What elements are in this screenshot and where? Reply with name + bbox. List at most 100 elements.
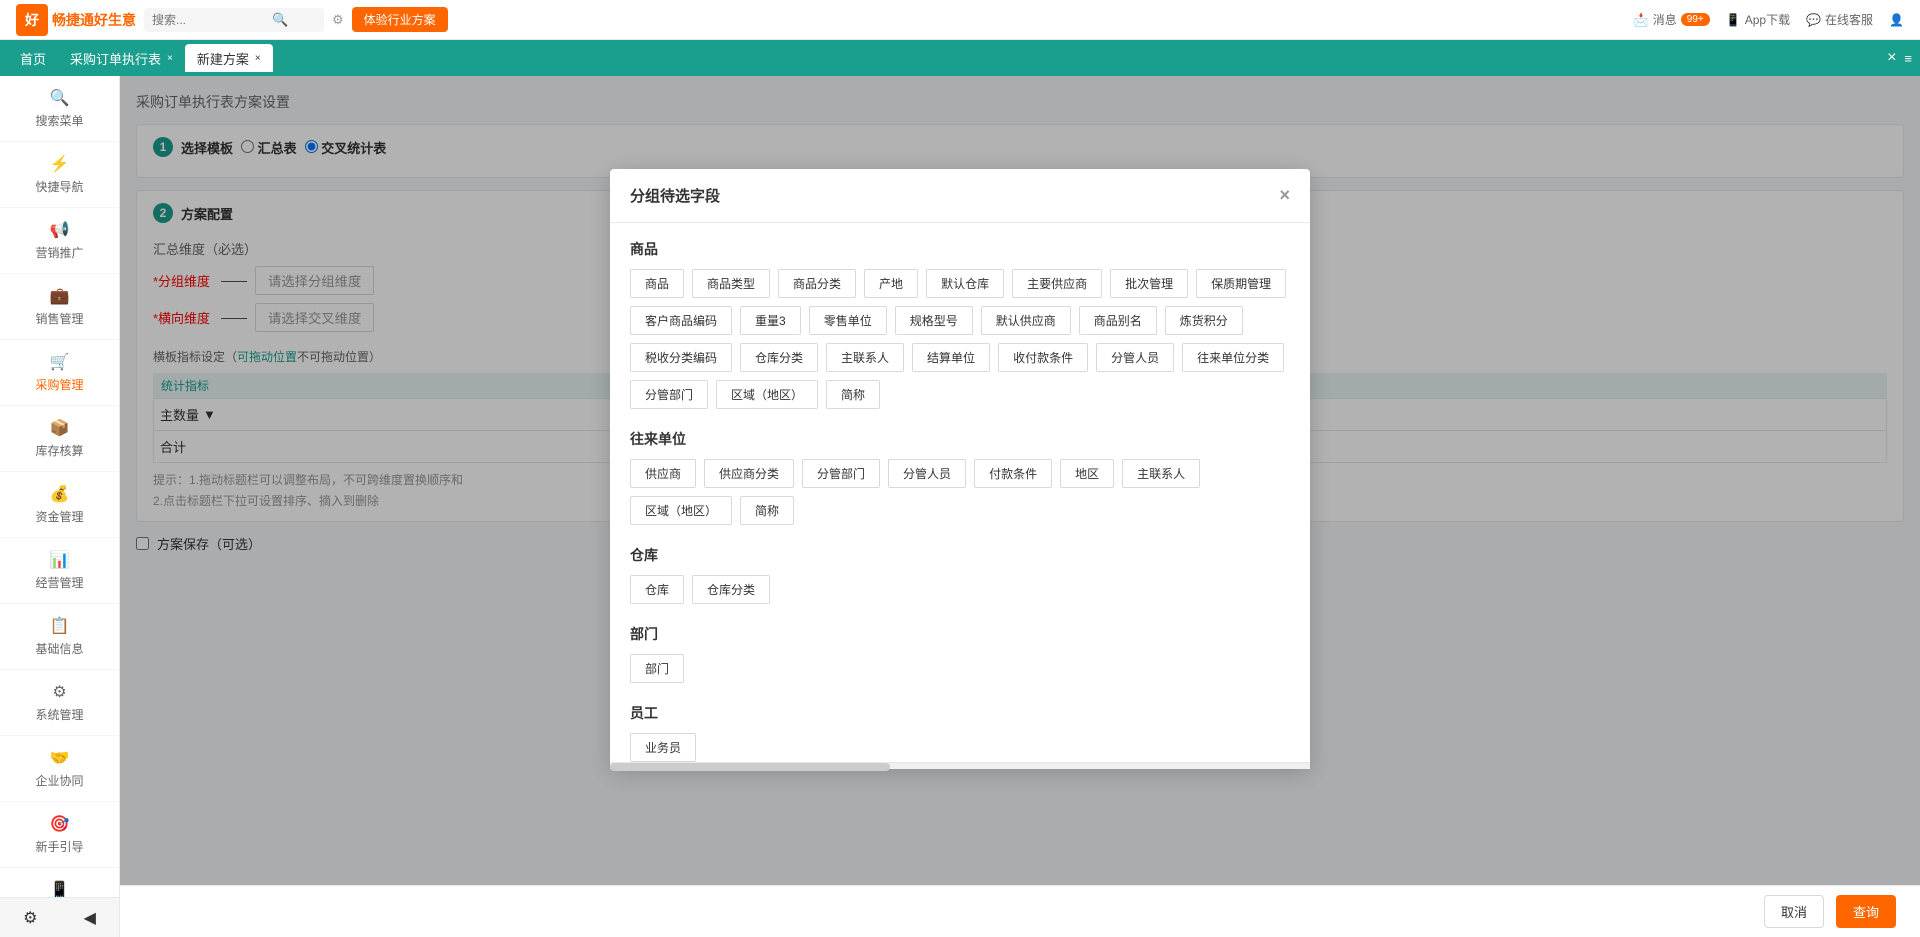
field-tag-payment-terms[interactable]: 收付款条件 [998,343,1088,372]
field-tag-warehouse-category[interactable]: 仓库分类 [740,343,818,372]
operations-icon: 📊 [50,550,70,570]
cancel-button[interactable]: 取消 [1764,895,1824,928]
field-tag-main-contact[interactable]: 主联系人 [826,343,904,372]
field-tag-warehouse[interactable]: 仓库 [630,575,684,604]
field-tag-product-category[interactable]: 商品分类 [778,269,856,298]
tab-menu[interactable]: ≡ [1904,51,1912,66]
top-header: 好 畅捷通好生意 🔍 ⚙ 体验行业方案 📩 消息 99+ 📱 App下载 💬 在… [0,0,1920,40]
sidebar-item-basics-label: 基础信息 [35,640,83,657]
field-tag-supplier[interactable]: 供应商 [630,459,696,488]
sidebar-item-sales[interactable]: 💼 销售管理 [0,274,119,340]
modal-close-button[interactable]: × [1279,185,1290,206]
field-tag-weight[interactable]: 重量3 [740,306,801,335]
field-tag-default-supplier[interactable]: 默认供应商 [981,306,1071,335]
field-tag-abbr-cp[interactable]: 简称 [740,496,794,525]
sidebar-item-finance-label: 资金管理 [35,508,83,525]
message-btn[interactable]: 📩 消息 99+ [1634,11,1710,28]
field-tag-dept[interactable]: 分管部门 [630,380,708,409]
field-tag-counterparty-category[interactable]: 往来单位分类 [1182,343,1284,372]
sidebar-collapse-btn[interactable]: ◀ [84,908,96,928]
avatar-icon: 👤 [1889,13,1904,27]
marketing-icon: 📢 [50,220,70,240]
field-tag-payment-condition[interactable]: 付款条件 [974,459,1052,488]
tab-close-all[interactable]: × [1887,49,1896,67]
field-tag-settlement-unit[interactable]: 结算单位 [912,343,990,372]
field-tag-manage-person[interactable]: 分管人员 [888,459,966,488]
settings-icon[interactable]: ⚙ [332,12,344,28]
field-tag-customer-code[interactable]: 客户商品编码 [630,306,732,335]
tab-home-label: 首页 [20,49,46,68]
tab-purchase-label: 采购订单执行表 [70,49,161,68]
field-tag-origin[interactable]: 产地 [864,269,918,298]
search-bar[interactable]: 🔍 [144,8,324,32]
sidebar-item-basics[interactable]: 📋 基础信息 [0,604,119,670]
online-service-btn[interactable]: 💬 在线客服 [1806,11,1873,28]
field-tag-region-product[interactable]: 区域（地区） [716,380,818,409]
sidebar-item-purchase[interactable]: 🛒 采购管理 [0,340,119,406]
sidebar-item-search[interactable]: 🔍 搜索菜单 [0,76,119,142]
sidebar-item-collab[interactable]: 🤝 企业协同 [0,736,119,802]
horizontal-scrollbar-thumb[interactable] [610,763,890,771]
sidebar-item-guide-label: 新手引导 [35,838,83,855]
field-tag-product[interactable]: 商品 [630,269,684,298]
logo-icon: 好 [16,4,48,36]
modal-header: 分组待选字段 × [610,169,1310,223]
field-tag-supplier-category[interactable]: 供应商分类 [704,459,794,488]
field-tag-product-alias[interactable]: 商品别名 [1079,306,1157,335]
search-menu-icon: 🔍 [50,88,70,108]
sidebar-settings-btn[interactable]: ⚙ [23,908,37,928]
user-avatar[interactable]: 👤 [1889,13,1904,27]
field-tag-area[interactable]: 地区 [1060,459,1114,488]
app-download-btn[interactable]: 📱 App下载 [1726,11,1790,28]
field-tag-abbr-product[interactable]: 简称 [826,380,880,409]
quicknav-icon: ⚡ [50,154,70,174]
field-tag-product-type[interactable]: 商品类型 [692,269,770,298]
message-icon: 📩 [1634,13,1649,27]
sidebar: 🔍 搜索菜单 ⚡ 快捷导航 📢 营销推广 💼 销售管理 🛒 采购管理 📦 库存核… [0,76,120,937]
purchase-icon: 🛒 [50,352,70,372]
tab-home[interactable]: 首页 [8,44,58,72]
field-tag-quality-mgmt[interactable]: 保质期管理 [1196,269,1286,298]
tab-bar-actions: × ≡ [1887,49,1912,67]
bottom-actions: 取消 查询 [120,885,1920,937]
field-tag-main-contact-cp[interactable]: 主联系人 [1122,459,1200,488]
sidebar-item-search-label: 搜索菜单 [35,112,83,129]
tab-purchase-close[interactable]: × [167,53,173,64]
tab-new-plan-label: 新建方案 [197,49,249,68]
field-tag-warehouse-cat[interactable]: 仓库分类 [692,575,770,604]
sidebar-item-collab-label: 企业协同 [35,772,83,789]
sidebar-item-operations-label: 经营管理 [35,574,83,591]
field-tag-manage-dept[interactable]: 分管部门 [802,459,880,488]
field-tag-refine-points[interactable]: 炼货积分 [1165,306,1243,335]
counterparty-field-tags: 供应商 供应商分类 分管部门 分管人员 付款条件 地区 主联系人 区域（地区） … [630,459,1290,525]
tab-purchase-list[interactable]: 采购订单执行表 × [58,44,185,72]
field-tag-spec-model[interactable]: 规格型号 [895,306,973,335]
sidebar-item-marketing[interactable]: 📢 营销推广 [0,208,119,274]
modal-horizontal-scrollbar[interactable] [610,762,1310,768]
field-tag-batch-mgmt[interactable]: 批次管理 [1110,269,1188,298]
experience-button[interactable]: 体验行业方案 [352,7,448,32]
sidebar-item-guide[interactable]: 🎯 新手引导 [0,802,119,868]
sidebar-item-inventory-label: 库存核算 [35,442,83,459]
logo: 好 畅捷通好生意 [16,4,136,36]
field-tag-supervisor[interactable]: 分管人员 [1096,343,1174,372]
sidebar-item-finance[interactable]: 💰 资金管理 [0,472,119,538]
sidebar-item-inventory[interactable]: 📦 库存核算 [0,406,119,472]
sidebar-item-quicknav[interactable]: ⚡ 快捷导航 [0,142,119,208]
sales-icon: 💼 [50,286,70,306]
section-employee-title: 员工 [630,703,1290,723]
tab-new-plan[interactable]: 新建方案 × [185,44,273,72]
field-tag-tax-code[interactable]: 税收分类编码 [630,343,732,372]
field-tag-region-cp[interactable]: 区域（地区） [630,496,732,525]
tab-new-plan-close[interactable]: × [255,53,261,64]
field-tag-department[interactable]: 部门 [630,654,684,683]
sidebar-item-system[interactable]: ⚙ 系统管理 [0,670,119,736]
department-field-tags: 部门 [630,654,1290,683]
sidebar-item-operations[interactable]: 📊 经营管理 [0,538,119,604]
confirm-button[interactable]: 查询 [1836,895,1896,928]
field-tag-salesperson[interactable]: 业务员 [630,733,696,762]
search-input[interactable] [152,13,272,27]
field-tag-retail-unit[interactable]: 零售单位 [809,306,887,335]
field-tag-main-supplier[interactable]: 主要供应商 [1012,269,1102,298]
field-tag-default-warehouse[interactable]: 默认仓库 [926,269,1004,298]
